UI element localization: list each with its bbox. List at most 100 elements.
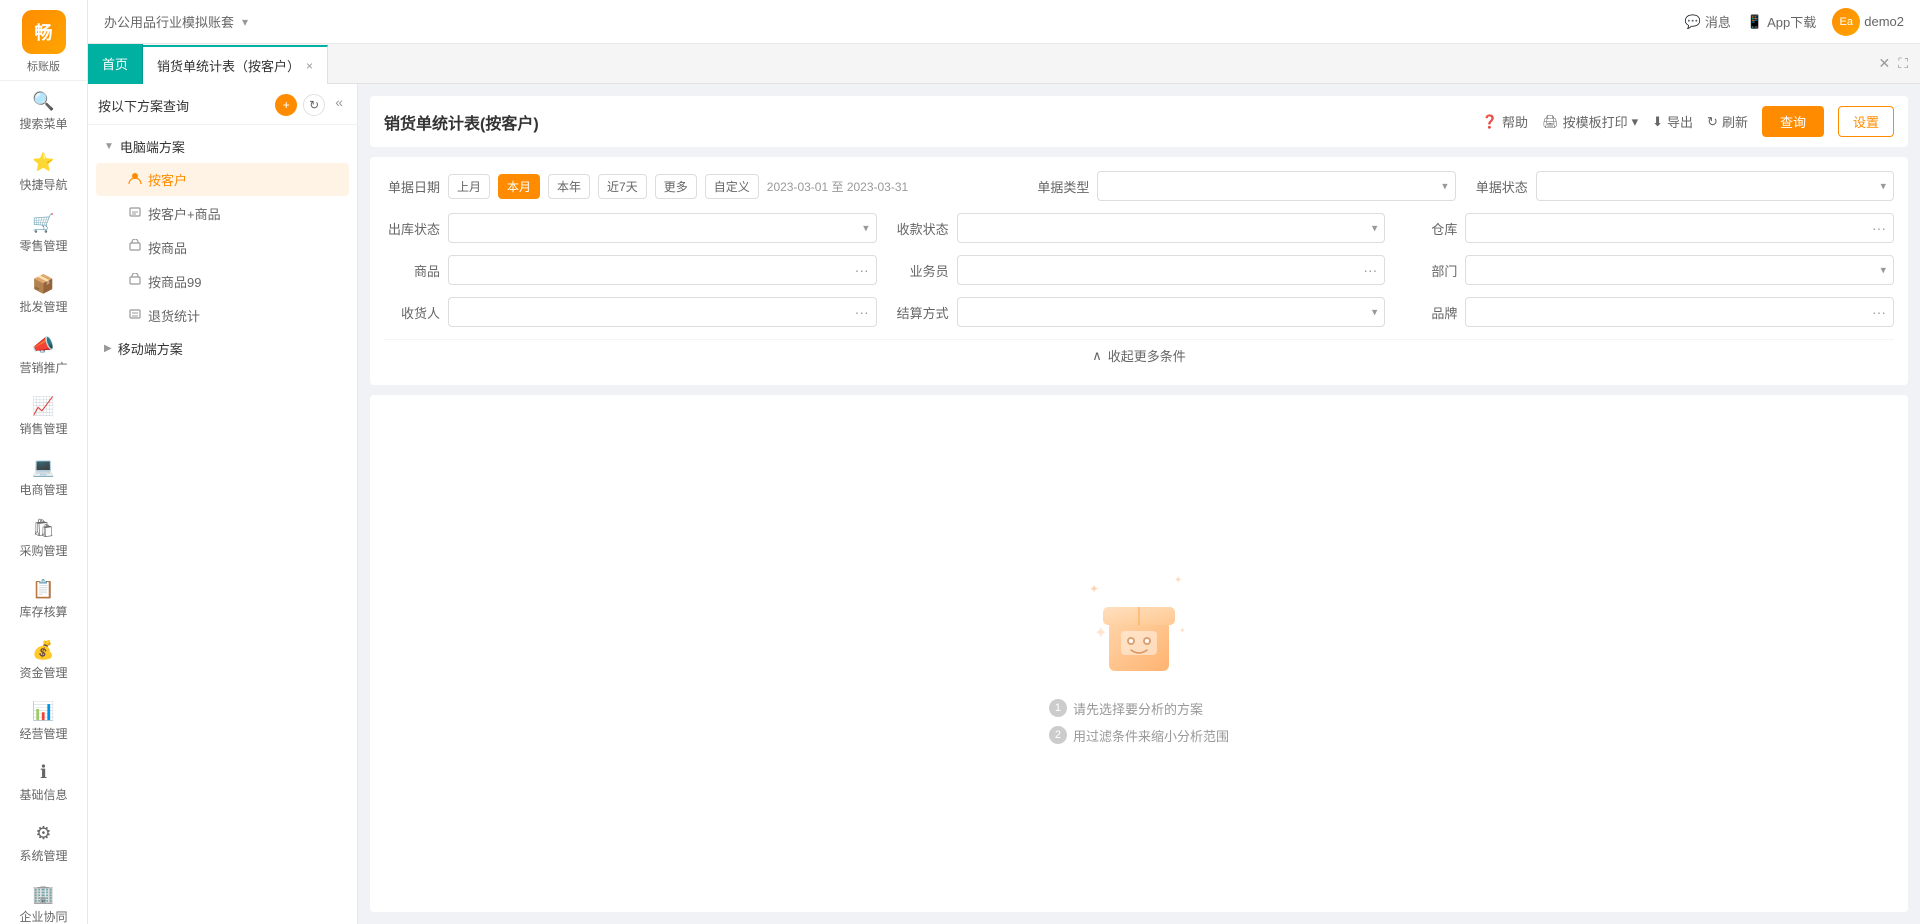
sidebar-item-ecommerce[interactable]: 💻 电商管理 — [0, 447, 87, 508]
tab-close-btn[interactable]: × — [306, 59, 313, 73]
doc-status-select[interactable] — [1536, 171, 1894, 201]
date-filter-item: 单据日期 上月 本月 本年 近7天 更多 自定义 2023-03-01 至 20… — [384, 174, 1017, 199]
app-download-label: App下载 — [1767, 12, 1816, 31]
tree-item-by-customer[interactable]: 按客户 — [96, 163, 349, 196]
avatar: Ea — [1832, 8, 1860, 36]
goods-input[interactable] — [448, 255, 877, 285]
help-btn[interactable]: ❓ 帮助 — [1482, 112, 1528, 131]
export-btn[interactable]: ⬇ 导出 — [1652, 112, 1693, 131]
salesperson-label: 业务员 — [893, 261, 949, 280]
warehouse-filter-item: 仓库 ··· — [1401, 213, 1894, 243]
export-label: 导出 — [1667, 112, 1693, 131]
goods-control: ··· — [448, 255, 877, 285]
empty-state: ✦ ✦ ✦ — [370, 395, 1908, 912]
tree-item-by-goods[interactable]: 按商品 — [96, 231, 349, 264]
collection-status-select[interactable] — [957, 213, 1386, 243]
out-status-label: 出库状态 — [384, 219, 440, 238]
page-title: 销货单统计表(按客户) — [384, 110, 539, 134]
tree-item-by-goods99[interactable]: 按商品99 — [96, 265, 349, 298]
sidebar-item-purchase[interactable]: 🛍 采购管理 — [0, 508, 87, 569]
sidebar-item-search[interactable]: 🔍 搜索菜单 — [0, 81, 87, 142]
sidebar-item-finance[interactable]: 💰 资金管理 — [0, 630, 87, 691]
sidebar-item-system[interactable]: ⚙ 系统管理 — [0, 813, 87, 874]
tab-home[interactable]: 首页 — [88, 44, 143, 84]
date-btn-last7days[interactable]: 近7天 — [598, 174, 647, 199]
receiver-input[interactable] — [448, 297, 877, 327]
question-icon: ❓ — [1482, 114, 1498, 130]
message-btn[interactable]: 💬 消息 — [1685, 12, 1731, 31]
header-left: 办公用品行业模拟账套 ▾ — [104, 12, 248, 31]
sidebar-item-sales[interactable]: 📈 销售管理 — [0, 386, 87, 447]
sidebar-item-operations[interactable]: 📊 经营管理 — [0, 691, 87, 752]
export-icon: ⬇ — [1652, 114, 1663, 130]
brand-input[interactable] — [1465, 297, 1894, 327]
app-download-btn[interactable]: 📱 App下载 — [1747, 12, 1816, 31]
department-select[interactable] — [1465, 255, 1894, 285]
tab-expand-btn: ✕ ⛶ — [1866, 55, 1920, 72]
arrow-down-icon: ▼ — [104, 141, 114, 152]
by-customer-goods-label: 按客户+商品 — [148, 204, 221, 223]
collapse-more-btn[interactable]: ∧ 收起更多条件 — [384, 339, 1894, 371]
date-btn-this-month[interactable]: 本月 — [498, 174, 540, 199]
tab-bar: 首页 销货单统计表（按客户） × ✕ ⛶ — [88, 44, 1920, 84]
user-profile[interactable]: Ea demo2 — [1832, 8, 1904, 36]
top-action-row: ❓ 帮助 🖨 按模板打印 ▾ ⬇ 导出 ↻ 刷新 — [1482, 106, 1894, 137]
filter-row-1: 单据日期 上月 本月 本年 近7天 更多 自定义 2023-03-01 至 20… — [384, 171, 1894, 201]
download-icon: 📱 — [1747, 14, 1763, 30]
sidebar-item-marketing[interactable]: 📣 营销推广 — [0, 325, 87, 386]
warehouse-label: 仓库 — [1401, 219, 1457, 238]
header-dropdown-icon[interactable]: ▾ — [242, 15, 248, 29]
date-btn-this-year[interactable]: 本年 — [548, 174, 590, 199]
content-area: 按以下方案查询 + ↻ « ▼ 电脑端方案 按客户 — [88, 84, 1920, 924]
tree-item-return-stat[interactable]: 退货统计 — [96, 299, 349, 332]
tree-item-by-customer-goods[interactable]: 按客户+商品 — [96, 197, 349, 230]
date-btn-more[interactable]: 更多 — [655, 174, 697, 199]
refresh-btn[interactable]: ↻ 刷新 — [1707, 112, 1748, 131]
left-panel-actions: + ↻ « — [275, 94, 347, 116]
main-area: 办公用品行业模拟账套 ▾ 💬 消息 📱 App下载 Ea demo2 首页 — [88, 0, 1920, 924]
settlement-select[interactable] — [957, 297, 1386, 327]
date-btn-custom[interactable]: 自定义 — [705, 174, 759, 199]
refresh-scheme-btn[interactable]: ↻ — [303, 94, 325, 116]
window-maximize-icon[interactable]: ⛶ — [1898, 55, 1908, 72]
add-scheme-btn[interactable]: + — [275, 94, 297, 116]
date-btn-last-month[interactable]: 上月 — [448, 174, 490, 199]
username: demo2 — [1864, 14, 1904, 29]
search-icon: 🔍 — [32, 91, 54, 112]
tree-section: ▼ 电脑端方案 按客户 按客户+商品 — [88, 131, 357, 364]
sidebar-item-inventory[interactable]: 📋 库存核算 — [0, 569, 87, 630]
doc-type-filter-item: 单据类型 ▾ — [1033, 171, 1455, 201]
window-close-icon[interactable]: ✕ — [1878, 55, 1890, 72]
goods-icon — [128, 239, 142, 256]
logo-subtitle: 标账版 — [27, 58, 60, 74]
salesperson-input[interactable] — [957, 255, 1386, 285]
print-btn[interactable]: 🖨 按模板打印 ▾ — [1542, 112, 1638, 131]
header-right: 💬 消息 📱 App下载 Ea demo2 — [1685, 8, 1904, 36]
left-panel-title: 按以下方案查询 — [98, 96, 275, 115]
avatar-text: Ea — [1840, 16, 1853, 28]
sidebar-item-wholesale[interactable]: 📦 批发管理 — [0, 264, 87, 325]
salesperson-control: ··· — [957, 255, 1386, 285]
collection-status-filter-item: 收款状态 ▾ — [893, 213, 1386, 243]
sidebar-item-basic-info[interactable]: ℹ 基础信息 — [0, 752, 87, 813]
tree-parent-pc[interactable]: ▼ 电脑端方案 — [96, 131, 349, 162]
sidebar-item-retail[interactable]: 🛒 零售管理 — [0, 203, 87, 264]
doc-type-select[interactable] — [1097, 171, 1455, 201]
sidebar-item-enterprise[interactable]: 🏢 企业协同 — [0, 874, 87, 924]
right-panel: 销货单统计表(按客户) ❓ 帮助 🖨 按模板打印 ▾ ⬇ 导出 — [358, 84, 1920, 924]
message-label: 消息 — [1705, 12, 1731, 31]
filter-row-2: 出库状态 ▾ 收款状态 ▾ 仓库 — [384, 213, 1894, 243]
sidebar-item-quick-nav[interactable]: ⭐ 快捷导航 — [0, 142, 87, 203]
tab-sales-stat[interactable]: 销货单统计表（按客户） × — [143, 45, 328, 85]
tree-parent-mobile[interactable]: ▶ 移动端方案 — [96, 333, 349, 364]
date-filter-controls: 上月 本月 本年 近7天 更多 自定义 2023-03-01 至 2023-03… — [448, 174, 908, 199]
settings-btn[interactable]: 设置 — [1838, 106, 1894, 137]
out-status-select[interactable] — [448, 213, 877, 243]
svg-text:·: · — [1164, 607, 1168, 621]
warehouse-input[interactable] — [1465, 213, 1894, 243]
doc-status-filter-item: 单据状态 ▾ — [1472, 171, 1894, 201]
top-header: 办公用品行业模拟账套 ▾ 💬 消息 📱 App下载 Ea demo2 — [88, 0, 1920, 44]
print-dropdown-icon: ▾ — [1632, 114, 1639, 130]
collapse-panel-btn[interactable]: « — [331, 94, 347, 116]
query-btn[interactable]: 查询 — [1762, 106, 1824, 137]
